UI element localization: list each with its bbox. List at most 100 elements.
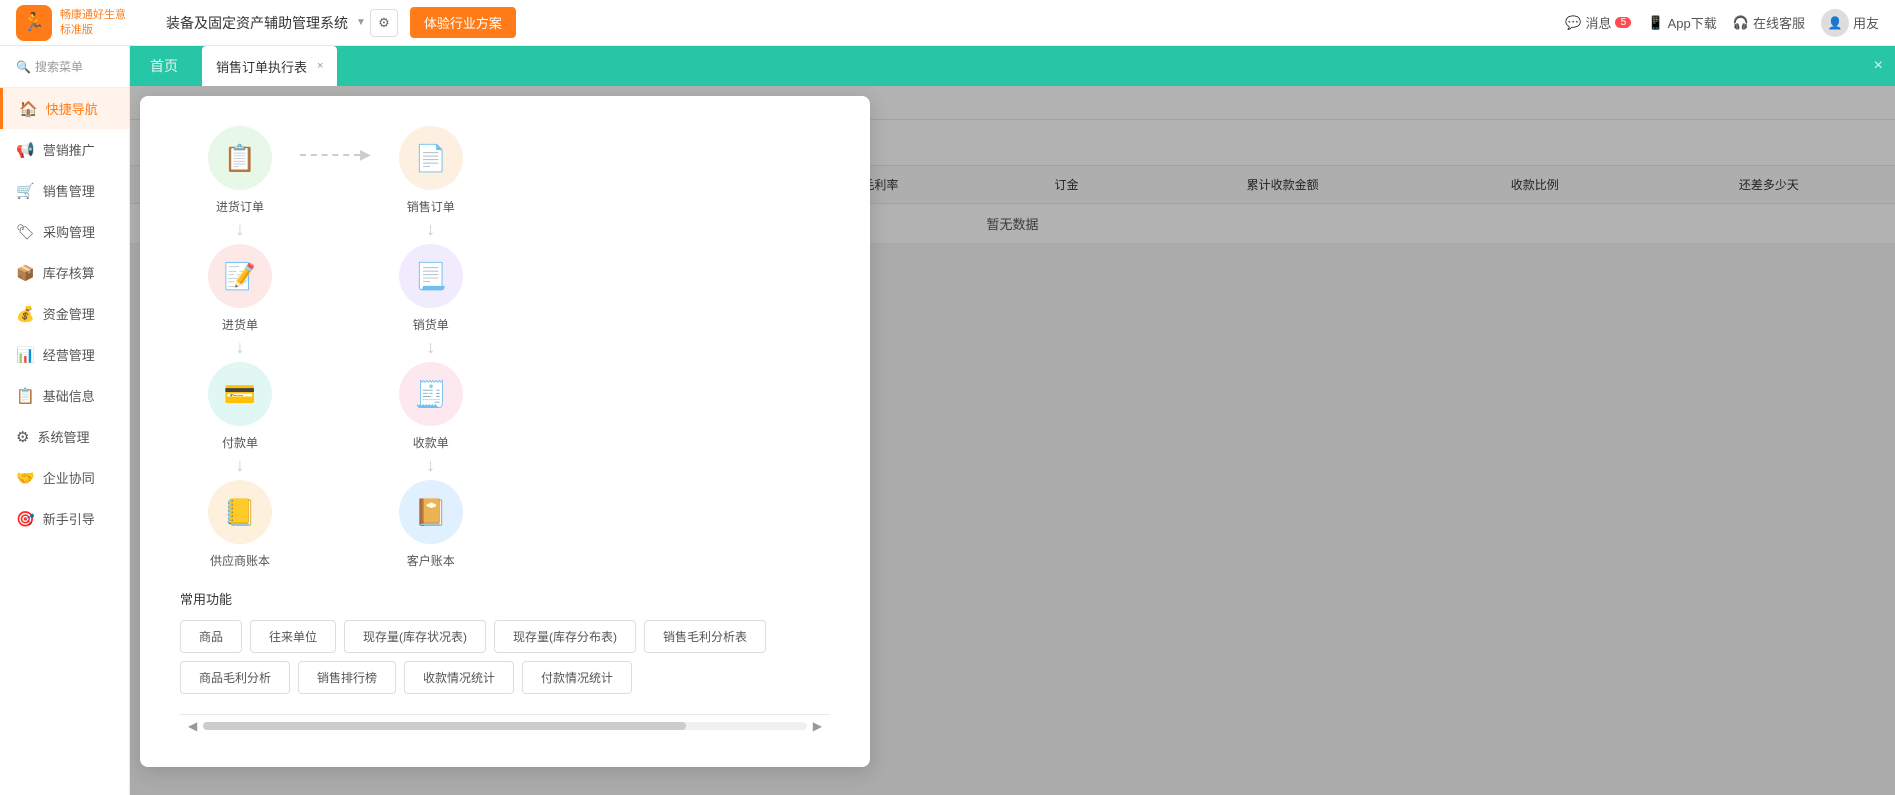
finance-icon: 💰 <box>16 305 35 323</box>
func-btn-sales-profit[interactable]: 销售毛利分析表 <box>644 620 766 653</box>
flow-node-sales-order[interactable]: 📄 销售订单 <box>371 126 491 215</box>
flow-node-receipt[interactable]: 🧾 收款单 <box>371 362 491 451</box>
func-btn-goods[interactable]: 商品 <box>180 620 242 653</box>
message-badge: 5 <box>1615 17 1631 28</box>
purchase-bill-icon: 📝 <box>208 244 272 308</box>
top-right: 💬 消息 5 📱 App下载 🎧 在线客服 👤 用友 <box>1565 9 1879 37</box>
flow-chart: 📋 进货订单 ↓ 📝 进货单 ↓ <box>180 126 830 569</box>
system-icon: ⚙ <box>16 428 29 446</box>
flow-node-supplier[interactable]: 📒 供应商账本 <box>180 480 300 569</box>
scroll-track[interactable] <box>203 722 807 730</box>
scroll-right-icon[interactable]: ▶ <box>813 719 822 733</box>
sidebar-item-purchase[interactable]: 🏷 采购管理 <box>0 211 129 252</box>
sidebar-item-finance[interactable]: 💰 资金管理 <box>0 293 129 334</box>
receipt-icon: 🧾 <box>399 362 463 426</box>
sidebar-item-base-info[interactable]: 📋 基础信息 <box>0 375 129 416</box>
sidebar-item-marketing[interactable]: 📢 营销推广 <box>0 129 129 170</box>
base-info-icon: 📋 <box>16 387 35 405</box>
scroll-thumb <box>203 722 686 730</box>
logo-area: 🏃 畅康通好生意 标准版 <box>16 5 146 41</box>
top-bar: 🏃 畅康通好生意 标准版 装备及固定资产辅助管理系统 ▼ ⚙ 体验行业方案 💬 … <box>0 0 1895 46</box>
popup-overlay[interactable]: 📋 进货订单 ↓ 📝 进货单 ↓ <box>130 86 1895 795</box>
flow-node-payment[interactable]: 💳 付款单 <box>180 362 300 451</box>
phone-icon: 📱 <box>1647 15 1663 31</box>
online-service-button[interactable]: 🎧 在线客服 <box>1733 13 1805 32</box>
popup-box: 📋 进货订单 ↓ 📝 进货单 ↓ <box>140 96 870 767</box>
tab-bar: 首页 销售订单执行表 × × <box>130 46 1895 86</box>
scroll-left-icon[interactable]: ◀ <box>188 719 197 733</box>
sales-bill-label: 销货单 <box>413 316 449 333</box>
common-functions: 常用功能 商品 往来单位 现存量(库存状况表) 现存量(库存分布表) 销售毛利分… <box>180 589 830 694</box>
func-btn-inventory-dist[interactable]: 现存量(库存分布表) <box>494 620 636 653</box>
sidebar-item-sales[interactable]: 🛒 销售管理 <box>0 170 129 211</box>
func-btn-payment-stats[interactable]: 付款情况统计 <box>522 661 632 694</box>
message-icon: 💬 <box>1565 15 1581 31</box>
tab-close-icon[interactable]: × <box>317 60 323 72</box>
avatar: 👤 <box>1821 9 1849 37</box>
message-button[interactable]: 💬 消息 5 <box>1565 13 1631 32</box>
sidebar-item-system[interactable]: ⚙ 系统管理 <box>0 416 129 457</box>
sidebar: 🔍 搜索菜单 🏠 快捷导航 📢 营销推广 🛒 销售管理 🏷 采购管理 <box>0 46 130 795</box>
marketing-icon: 📢 <box>16 141 35 159</box>
payment-icon: 💳 <box>208 362 272 426</box>
purchase-bill-label: 进货单 <box>222 316 258 333</box>
user-menu[interactable]: 👤 用友 <box>1821 9 1879 37</box>
operation-icon: 📊 <box>16 346 35 364</box>
purchase-order-label: 进货订单 <box>216 198 264 215</box>
arrow-down-5: ↓ <box>426 337 435 358</box>
purchase-icon: 🏷 <box>16 223 35 241</box>
system-name: 装备及固定资产辅助管理系统 <box>166 13 348 33</box>
sidebar-item-inventory[interactable]: 📦 库存核算 <box>0 252 129 293</box>
receipt-label: 收款单 <box>413 434 449 451</box>
content-area: 首页 销售订单执行表 × × ❓ 帮助 🖨 按模板打印 <box>130 46 1895 795</box>
func-btn-inventory-status[interactable]: 现存量(库存状况表) <box>344 620 486 653</box>
supplier-icon: 📒 <box>208 480 272 544</box>
page-content: ❓ 帮助 🖨 按模板打印 ▼ 📤 导出 🔄 刷新 <box>130 86 1895 795</box>
func-btn-sales-rank[interactable]: 销售排行榜 <box>298 661 396 694</box>
arrow-down-3: ↓ <box>236 455 245 476</box>
supplier-label: 供应商账本 <box>210 552 270 569</box>
payment-label: 付款单 <box>222 434 258 451</box>
flow-node-purchase-bill[interactable]: 📝 进货单 <box>180 244 300 333</box>
flow-right-col: 📄 销售订单 ↓ 📃 销货单 ↓ <box>371 126 491 569</box>
home-icon: 🏠 <box>19 100 38 118</box>
search-icon: 🔍 <box>16 60 31 74</box>
purchase-order-icon: 📋 <box>208 126 272 190</box>
logo-text: 畅康通好生意 标准版 <box>60 8 126 37</box>
tab-home[interactable]: 首页 <box>130 46 198 86</box>
inventory-icon: 📦 <box>16 264 35 282</box>
settings-button[interactable]: ⚙ <box>370 9 398 37</box>
newbie-icon: 🎯 <box>16 510 35 528</box>
experience-button[interactable]: 体验行业方案 <box>410 7 516 38</box>
sidebar-item-operation[interactable]: 📊 经营管理 <box>0 334 129 375</box>
func-btn-goods-profit[interactable]: 商品毛利分析 <box>180 661 290 694</box>
flow-node-purchase-order[interactable]: 📋 进货订单 <box>180 126 300 215</box>
tab-sales-order[interactable]: 销售订单执行表 × <box>202 46 337 86</box>
app-download-button[interactable]: 📱 App下载 <box>1647 13 1716 32</box>
customer-icon: 📔 <box>399 480 463 544</box>
scroll-bar: ◀ ▶ <box>180 714 830 737</box>
enterprise-icon: 🤝 <box>16 469 35 487</box>
sidebar-item-newbie[interactable]: 🎯 新手引导 <box>0 498 129 539</box>
flow-left-col: 📋 进货订单 ↓ 📝 进货单 ↓ <box>180 126 300 569</box>
arrow-down-4: ↓ <box>426 219 435 240</box>
flow-node-sales-bill[interactable]: 📃 销货单 <box>371 244 491 333</box>
customer-label: 客户账本 <box>407 552 455 569</box>
system-title: 装备及固定资产辅助管理系统 ▼ <box>166 13 366 33</box>
sidebar-search[interactable]: 🔍 搜索菜单 <box>0 46 129 88</box>
sales-order-label: 销售订单 <box>407 198 455 215</box>
sidebar-item-quick-nav[interactable]: 🏠 快捷导航 <box>0 88 129 129</box>
func-btn-receipt-stats[interactable]: 收款情况统计 <box>404 661 514 694</box>
flow-node-customer[interactable]: 📔 客户账本 <box>371 480 491 569</box>
arrow-down-2: ↓ <box>236 337 245 358</box>
sales-bill-icon: 📃 <box>399 244 463 308</box>
close-all-tabs-button[interactable]: × <box>1874 57 1883 75</box>
logo-icon: 🏃 <box>16 5 52 41</box>
arrow-down-6: ↓ <box>426 455 435 476</box>
dropdown-arrow-icon[interactable]: ▼ <box>356 17 366 28</box>
func-btn-partners[interactable]: 往来单位 <box>250 620 336 653</box>
sales-icon: 🛒 <box>16 182 35 200</box>
sales-order-icon: 📄 <box>399 126 463 190</box>
common-functions-title: 常用功能 <box>180 589 830 608</box>
sidebar-item-enterprise[interactable]: 🤝 企业协同 <box>0 457 129 498</box>
